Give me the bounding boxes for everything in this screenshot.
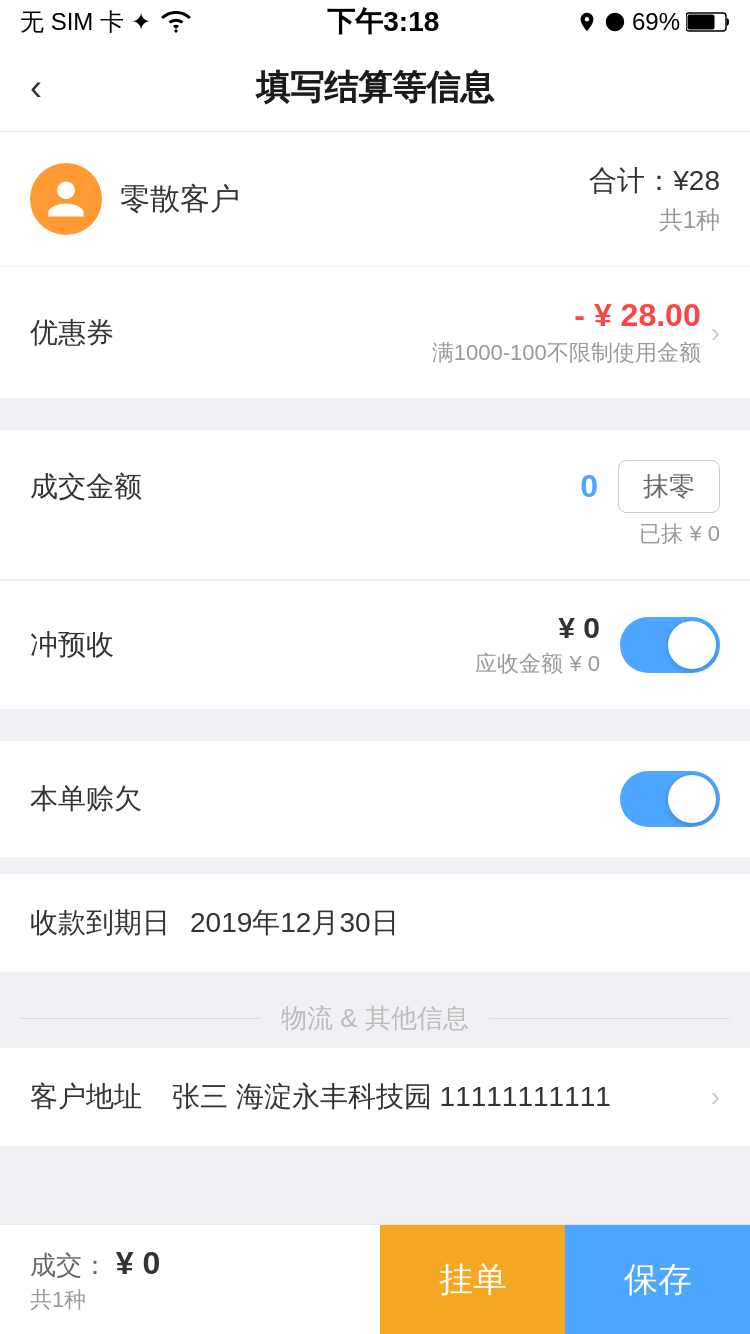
nav-bar: ‹ 填写结算等信息	[0, 44, 750, 132]
battery-icon	[686, 11, 730, 33]
coupon-right: - ¥ 28.00 满1000-100不限制使用金额 ›	[432, 297, 720, 368]
status-time: 下午3:18	[327, 3, 439, 41]
coupon-row[interactable]: 优惠券 - ¥ 28.00 满1000-100不限制使用金额 ›	[0, 266, 750, 398]
svg-rect-1	[687, 15, 714, 30]
bottom-bar: 成交： ¥ 0 共1种 挂单 保存	[0, 1224, 750, 1334]
divider-2	[0, 725, 750, 741]
prepay-right: ¥ 0 应收金额 ¥ 0	[475, 611, 720, 679]
save-button[interactable]: 保存	[565, 1225, 750, 1334]
logistics-line-left	[20, 1018, 261, 1019]
wifi-icon	[161, 11, 191, 33]
deal-amount-value: 0	[580, 468, 598, 505]
debt-label: 本单赊欠	[30, 780, 142, 818]
logistics-divider: 物流 & 其他信息	[0, 988, 750, 1048]
prepay-value-block: ¥ 0 应收金额 ¥ 0	[475, 611, 600, 679]
divider-3	[0, 972, 750, 988]
prepay-inner-row: 冲预收 ¥ 0 应收金额 ¥ 0	[30, 611, 720, 679]
alarm-icon	[604, 11, 626, 33]
debt-toggle-knob	[668, 775, 716, 823]
address-label: 客户地址	[30, 1078, 142, 1116]
customer-total: 合计：¥28	[589, 162, 720, 200]
page-title: 填写结算等信息	[256, 65, 494, 111]
customer-section: 零散客户 合计：¥28 共1种 优惠券 - ¥ 28.00 满1000-100不…	[0, 132, 750, 398]
bottom-deal-row: 成交： ¥ 0	[30, 1245, 350, 1283]
bottom-btn-group: 挂单 保存	[380, 1225, 750, 1334]
prepay-label: 冲预收	[30, 626, 114, 664]
content: 零散客户 合计：¥28 共1种 优惠券 - ¥ 28.00 满1000-100不…	[0, 132, 750, 1276]
divider-1	[0, 414, 750, 430]
customer-name: 零散客户	[120, 179, 240, 220]
prepay-row: 冲预收 ¥ 0 应收金额 ¥ 0	[0, 580, 750, 709]
customer-row: 零散客户 合计：¥28 共1种	[0, 132, 750, 266]
amount-right: 0 抹零	[580, 460, 720, 513]
due-date-value: 2019年12月30日	[190, 904, 399, 942]
address-value: 张三 海淀永丰科技园 11111111111	[172, 1078, 711, 1116]
chevron-right-icon: ›	[711, 317, 720, 349]
deal-amount-row: 成交金额 0 抹零 已抹 ¥ 0	[0, 430, 750, 580]
hold-button[interactable]: 挂单	[380, 1225, 565, 1334]
customer-right: 合计：¥28 共1种	[589, 162, 720, 236]
toggle-knob	[668, 621, 716, 669]
coupon-amount: - ¥ 28.00	[432, 297, 701, 334]
debt-section: 本单赊欠	[0, 741, 750, 857]
deal-amount-sub: 已抹 ¥ 0	[30, 519, 720, 549]
customer-info: 零散客户	[30, 163, 240, 235]
bottom-deal-count: 共1种	[30, 1285, 350, 1315]
status-bar: 无 SIM 卡 ✦ 下午3:18 69%	[0, 0, 750, 44]
debt-toggle[interactable]	[620, 771, 720, 827]
customer-avatar	[30, 163, 102, 235]
coupon-description: 满1000-100不限制使用金额	[432, 338, 701, 368]
bottom-info: 成交： ¥ 0 共1种	[0, 1245, 380, 1315]
status-right: 69%	[576, 8, 730, 36]
logistics-line-right	[489, 1018, 730, 1019]
bottom-deal-amount: ¥ 0	[116, 1245, 160, 1281]
status-left: 无 SIM 卡 ✦	[20, 6, 191, 38]
logistics-label: 物流 & 其他信息	[281, 1001, 469, 1036]
due-date-section: 收款到期日 2019年12月30日	[0, 873, 750, 972]
round-zero-button[interactable]: 抹零	[618, 460, 720, 513]
amount-row: 成交金额 0 抹零	[30, 460, 720, 513]
address-section[interactable]: 客户地址 张三 海淀永丰科技园 11111111111 ›	[0, 1048, 750, 1146]
prepay-amount: ¥ 0	[475, 611, 600, 645]
coupon-value-block: - ¥ 28.00 满1000-100不限制使用金额	[432, 297, 701, 368]
battery-level: 69%	[632, 8, 680, 36]
back-button[interactable]: ‹	[30, 67, 42, 109]
prepay-sub: 应收金额 ¥ 0	[475, 649, 600, 679]
prepay-toggle[interactable]	[620, 617, 720, 673]
address-chevron-icon: ›	[711, 1081, 720, 1113]
due-date-row: 收款到期日 2019年12月30日	[30, 904, 720, 942]
customer-count: 共1种	[589, 204, 720, 236]
coupon-label: 优惠券	[30, 314, 114, 352]
person-icon	[44, 177, 88, 221]
due-date-label: 收款到期日	[30, 904, 170, 942]
bottom-deal-label: 成交：	[30, 1250, 108, 1280]
amount-section: 成交金额 0 抹零 已抹 ¥ 0 冲预收 ¥ 0 应收金额 ¥ 0	[0, 430, 750, 709]
deal-amount-label: 成交金额	[30, 468, 142, 506]
sim-status: 无 SIM 卡 ✦	[20, 6, 151, 38]
location-icon	[576, 11, 598, 33]
